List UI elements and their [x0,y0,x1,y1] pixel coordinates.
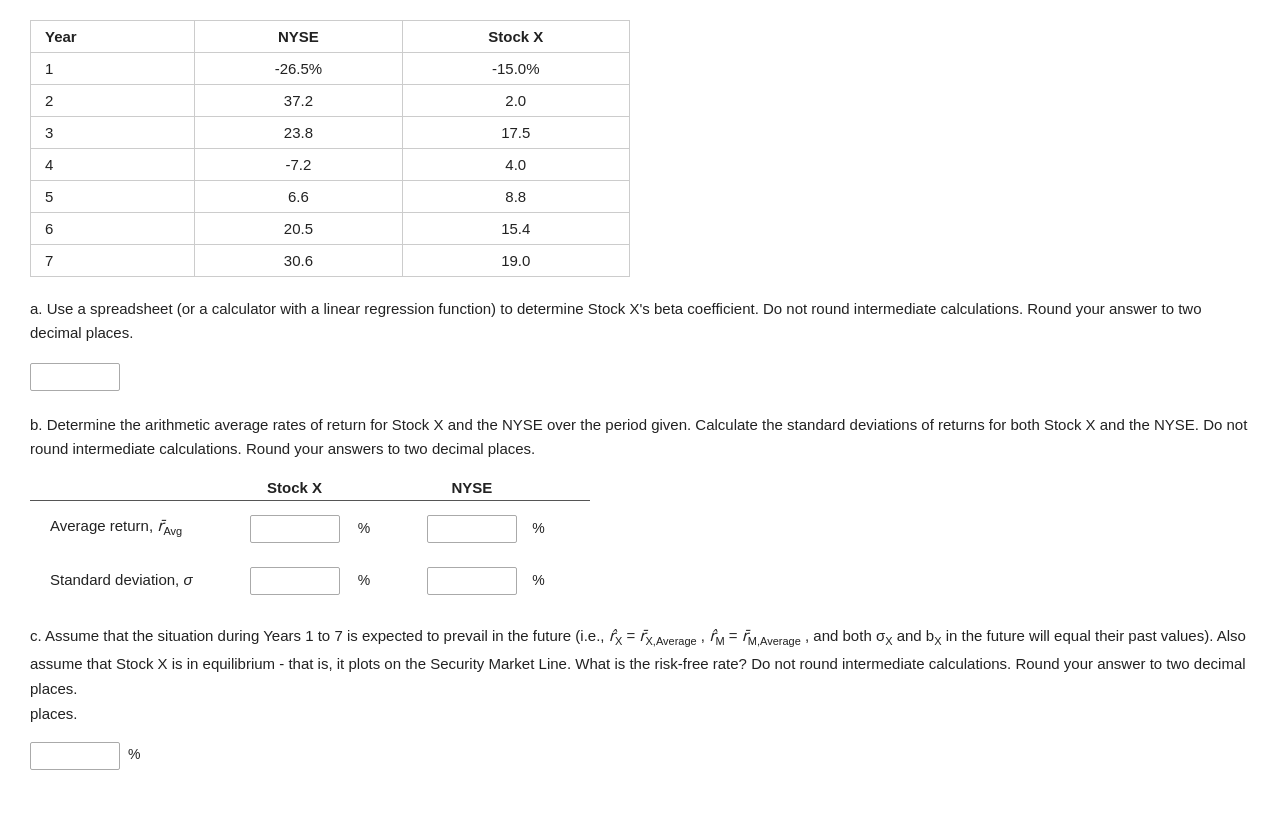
table-row: 2 37.2 2.0 [31,85,630,117]
section-a-letter: a. [30,300,43,317]
pct-label-4: % [528,553,590,605]
cell-nyse-1: -26.5% [195,53,402,85]
section-a: a. Use a spreadsheet (or a calculator wi… [30,297,1249,395]
avg-return-stockx-input[interactable] [250,515,340,543]
section-b-letter: b. [30,416,43,433]
cell-nyse-4: -7.2 [195,149,402,181]
cell-stockx-5: 8.8 [402,181,630,213]
pct-label-1: % [354,501,416,554]
avg-return-stockx-cell [235,501,353,554]
subtable-empty-pct2 [528,475,590,501]
table-row: 1 -26.5% -15.0% [31,53,630,85]
table-row: 5 6.6 8.8 [31,181,630,213]
cell-stockx-7: 19.0 [402,245,630,277]
section-b-body: Determine the arithmetic average rates o… [30,416,1247,457]
std-dev-nyse-cell [415,553,528,605]
section-c-to: to [318,627,331,644]
std-dev-nyse-input[interactable] [427,567,517,595]
cell-year-6: 6 [31,213,195,245]
cell-year-7: 7 [31,245,195,277]
table-row: 7 30.6 19.0 [31,245,630,277]
cell-nyse-6: 20.5 [195,213,402,245]
eq1-sub-xavg: X,Average [646,635,697,647]
main-data-table: Year NYSE Stock X 1 -26.5% -15.0% 2 37.2… [30,20,630,277]
cell-year-1: 1 [31,53,195,85]
risk-free-rate-input[interactable] [30,742,120,770]
cell-nyse-7: 30.6 [195,245,402,277]
std-dev-stockx-input[interactable] [250,567,340,595]
subtable-stockx-header: Stock X [235,475,353,501]
cell-stockx-4: 4.0 [402,149,630,181]
cell-stockx-2: 2.0 [402,85,630,117]
pct-label-3: % [354,553,416,605]
bx-sub: X [934,635,941,647]
cell-nyse-5: 6.6 [195,181,402,213]
sigma-symbol: σ [183,571,192,588]
col-header-nyse: NYSE [195,21,402,53]
risk-free-pct-label: % [128,746,140,762]
eq1-equals: = [626,627,639,644]
avg-return-nyse-cell [415,501,528,554]
table-row: 4 -7.2 4.0 [31,149,630,181]
section-b: b. Determine the arithmetic average rate… [30,413,1249,605]
eq2-sub-m: M [715,635,724,647]
beta-input[interactable] [30,363,120,391]
section-c-and: , and both σ [805,627,885,644]
pct-label-2: % [528,501,590,554]
eq1-sub-x: X [615,635,622,647]
table-row: 6 20.5 15.4 [31,213,630,245]
std-dev-label: Standard deviation, σ [30,553,235,605]
section-a-body: Use a spreadsheet (or a calculator with … [30,300,1202,341]
subtable-empty-header [30,475,235,501]
section-b-subtable: Stock X NYSE Average return, r̄Avg % % [30,475,590,605]
section-b-text: b. Determine the arithmetic average rate… [30,413,1249,461]
std-dev-stockx-cell [235,553,353,605]
section-c-years: 7 is expected to prevail in the future (… [334,627,608,644]
sigma-x-sub: X [885,635,892,647]
avg-return-label: Average return, r̄Avg [30,501,235,554]
eq2-sub-mavg: M,Average [748,635,801,647]
cell-stockx-1: -15.0% [402,53,630,85]
section-c-places: places. [30,702,1249,726]
table-row: 3 23.8 17.5 [31,117,630,149]
cell-year-3: 3 [31,117,195,149]
cell-year-4: 4 [31,149,195,181]
section-c-intro: Assume that the situation during Years 1 [45,627,318,644]
cell-nyse-3: 23.8 [195,117,402,149]
cell-nyse-2: 37.2 [195,85,402,117]
subtable-empty-pct1 [354,475,416,501]
cell-year-2: 2 [31,85,195,117]
cell-stockx-3: 17.5 [402,117,630,149]
subtable-nyse-header: NYSE [415,475,528,501]
section-c: c. Assume that the situation during Year… [30,623,1249,774]
avg-subscript: Avg [163,525,182,537]
eq2-equals: = [729,627,742,644]
section-c-text: c. Assume that the situation during Year… [30,623,1249,702]
col-header-year: Year [31,21,195,53]
section-c-letter: c. [30,627,42,644]
cell-year-5: 5 [31,181,195,213]
avg-return-nyse-input[interactable] [427,515,517,543]
cell-stockx-6: 15.4 [402,213,630,245]
section-c-and2: and b [897,627,935,644]
section-a-text: a. Use a spreadsheet (or a calculator wi… [30,297,1249,345]
col-header-stockx: Stock X [402,21,630,53]
eq1-comma: , [701,627,705,644]
